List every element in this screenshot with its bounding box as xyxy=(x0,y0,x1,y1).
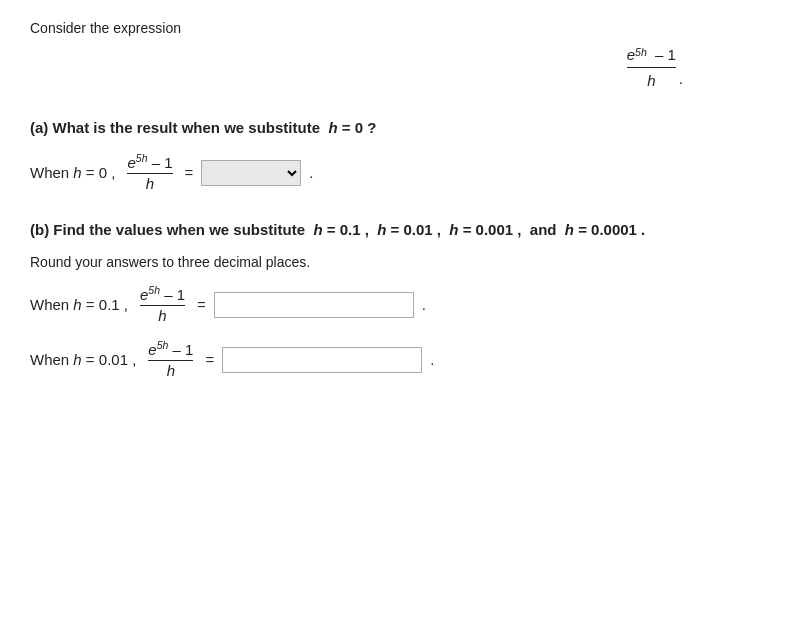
part-a-question: ? xyxy=(367,119,376,136)
part-a-equals: = xyxy=(185,164,194,181)
part-a-period: . xyxy=(309,164,313,181)
part-b-row1-equals: = xyxy=(197,296,206,313)
h-denominator: h xyxy=(647,72,655,89)
part-b-row2-denominator: h xyxy=(167,361,175,380)
part-b-row1-when: When h = 0.1 , xyxy=(30,296,128,313)
denominator: h xyxy=(647,70,655,89)
part-b-conditions: h = 0.1 , h = 0.01 , h = 0.001 , and h =… xyxy=(309,221,645,238)
part-b-row-1: When h = 0.1 , e5h – 1 h = . xyxy=(30,284,763,325)
part-a-numerator: e5h – 1 xyxy=(127,152,172,173)
round-note: Round your answers to three decimal plac… xyxy=(30,254,763,270)
part-b-row2-fraction: e5h – 1 h xyxy=(148,339,193,380)
part-a-denominator: h xyxy=(146,174,154,193)
part-a-section: (a) What is the result when we substitut… xyxy=(30,119,763,193)
part-a-when: When h = 0 , xyxy=(30,164,115,181)
part-a-equation-row: When h = 0 , e5h – 1 h = undefined 0 5 1… xyxy=(30,152,763,193)
part-b-row1-numerator: e5h – 1 xyxy=(140,284,185,305)
e-base: e xyxy=(627,46,635,63)
part-b-row-2: When h = 0.01 , e5h – 1 h = . xyxy=(30,339,763,380)
part-a-condition: h = 0 xyxy=(324,119,367,136)
fraction-line xyxy=(627,67,676,68)
exponent: 5h xyxy=(635,46,647,58)
part-b-row2-numerator: e5h – 1 xyxy=(148,339,193,360)
part-a-label: (a) What is the result when we substitut… xyxy=(30,119,763,136)
part-a-label-text: (a) What is the result when we substitut… xyxy=(30,119,320,136)
part-b-row1-fraction: e5h – 1 h xyxy=(140,284,185,325)
part-a-fraction: e5h – 1 h xyxy=(127,152,172,193)
part-b-row2-period: . xyxy=(430,351,434,368)
part-b-label-text: (b) Find the values when we substitute xyxy=(30,221,305,238)
main-fraction: e5h – 1 h xyxy=(627,46,676,89)
part-b-row1-input[interactable] xyxy=(214,292,414,318)
period: . xyxy=(679,70,683,87)
intro-text: Consider the expression xyxy=(30,20,763,36)
part-b-row1-denominator: h xyxy=(158,306,166,325)
part-b-label: (b) Find the values when we substitute h… xyxy=(30,221,763,238)
part-b-row2-input[interactable] xyxy=(222,347,422,373)
part-b-row2-equals: = xyxy=(205,351,214,368)
part-a-dropdown[interactable]: undefined 0 5 1 xyxy=(201,160,301,186)
main-expression-display: e5h – 1 h . xyxy=(30,46,683,89)
part-b-row2-when: When h = 0.01 , xyxy=(30,351,136,368)
numerator: e5h – 1 xyxy=(627,46,676,65)
minus-one: – 1 xyxy=(651,46,676,63)
part-b-section: (b) Find the values when we substitute h… xyxy=(30,221,763,380)
part-b-row1-period: . xyxy=(422,296,426,313)
